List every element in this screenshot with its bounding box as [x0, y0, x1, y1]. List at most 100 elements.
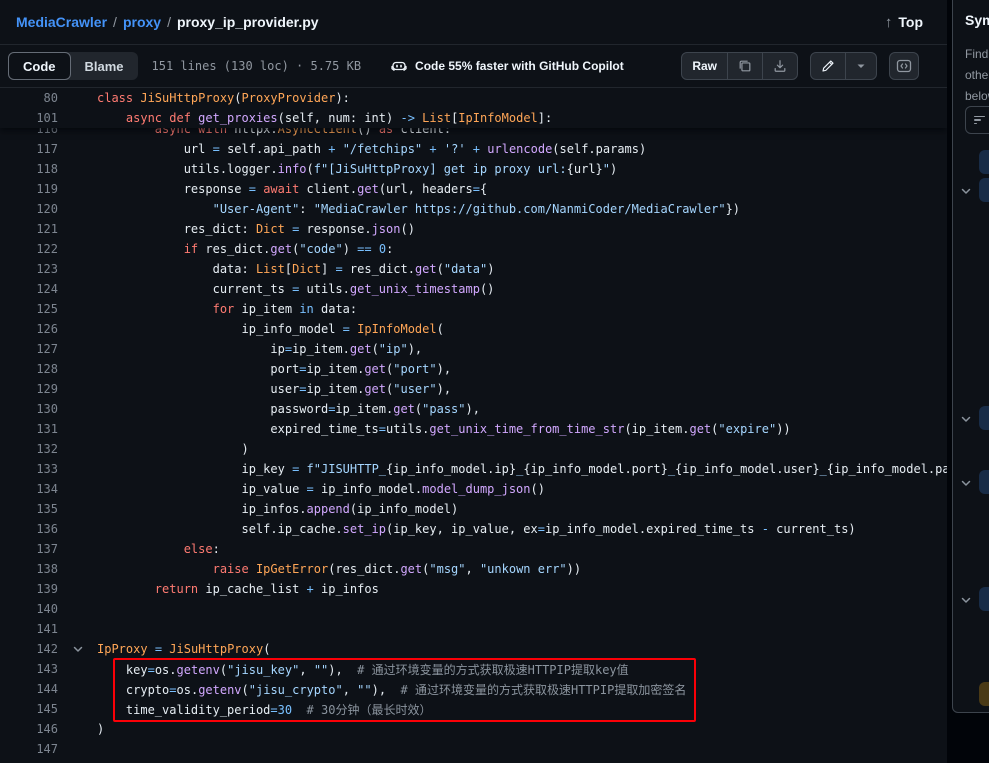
- code-text: ): [97, 722, 104, 736]
- symbol-item[interactable]: [979, 587, 989, 611]
- line-number[interactable]: 132: [0, 442, 58, 456]
- edit-dropdown-chevron-icon: [856, 61, 866, 71]
- code-blame-switcher: Code Blame: [8, 52, 138, 80]
- line-number[interactable]: 130: [0, 402, 58, 416]
- line-number[interactable]: 124: [0, 282, 58, 296]
- collapse-chevron-icon[interactable]: [58, 643, 97, 655]
- file-main-column: MediaCrawler / proxy / proxy_ip_provider…: [0, 0, 947, 763]
- line-number[interactable]: 126: [0, 322, 58, 336]
- code-line: 129 user=ip_item.get("user"),: [0, 379, 947, 399]
- line-number[interactable]: 147: [0, 742, 58, 756]
- line-number[interactable]: 101: [0, 111, 58, 125]
- line-number[interactable]: 144: [0, 682, 58, 696]
- line-number[interactable]: 128: [0, 362, 58, 376]
- code-line: 126 ip_info_model = IpInfoModel(: [0, 319, 947, 339]
- line-number[interactable]: 146: [0, 722, 58, 736]
- code-text: ip_value = ip_info_model.model_dump_json…: [97, 482, 545, 496]
- download-button[interactable]: [762, 53, 797, 79]
- scroll-to-top-button[interactable]: ↑ Top: [885, 14, 923, 31]
- copy-button[interactable]: [727, 53, 762, 79]
- code-text: data: List[Dict] = res_dict.get("data"): [97, 262, 494, 276]
- code-text: time_validity_period=30 # 30分钟（最长时效）: [97, 701, 431, 718]
- code-line: 121 res_dict: Dict = response.json(): [0, 219, 947, 239]
- line-number[interactable]: 80: [0, 91, 58, 105]
- breadcrumb-separator: /: [167, 14, 171, 30]
- breadcrumb-repo-link[interactable]: MediaCrawler: [16, 14, 107, 30]
- top-button-label: Top: [898, 14, 923, 30]
- symbol-item[interactable]: [979, 682, 989, 706]
- line-number[interactable]: 129: [0, 382, 58, 396]
- line-number[interactable]: 120: [0, 202, 58, 216]
- symbol-item[interactable]: [979, 178, 989, 202]
- line-number[interactable]: 134: [0, 482, 58, 496]
- line-number[interactable]: 137: [0, 542, 58, 556]
- line-number[interactable]: 140: [0, 602, 58, 616]
- line-number[interactable]: 131: [0, 422, 58, 436]
- breadcrumb-dir-link[interactable]: proxy: [123, 14, 161, 30]
- code-text: res_dict: Dict = response.json(): [97, 222, 415, 236]
- code-text: self.ip_cache.set_ip(ip_key, ip_value, e…: [97, 522, 856, 536]
- raw-button[interactable]: Raw: [682, 53, 727, 79]
- line-number[interactable]: 142: [0, 642, 58, 656]
- line-number[interactable]: 141: [0, 622, 58, 636]
- code-line: 142 IpProxy = JiSuHttpProxy(: [0, 639, 947, 659]
- copy-icon: [738, 59, 752, 73]
- line-number[interactable]: 117: [0, 142, 58, 156]
- code-line: 119 response = await client.get(url, hea…: [0, 179, 947, 199]
- symbol-expand-chevron-icon[interactable]: [959, 476, 973, 490]
- line-number[interactable]: 122: [0, 242, 58, 256]
- copilot-banner[interactable]: Code 55% faster with GitHub Copilot: [391, 58, 624, 74]
- breadcrumb-filename: proxy_ip_provider.py: [177, 14, 319, 30]
- code-line: 131 expired_time_ts=utils.get_unix_time_…: [0, 419, 947, 439]
- code-line: 144 crypto=os.getenv("jisu_crypto", ""),…: [0, 679, 947, 699]
- code-text: if res_dict.get("code") == 0:: [97, 242, 393, 256]
- code-text: raise IpGetError(res_dict.get("msg", "un…: [97, 562, 581, 576]
- code-text: for ip_item in data:: [97, 302, 357, 316]
- breadcrumb: MediaCrawler / proxy / proxy_ip_provider…: [0, 0, 947, 44]
- symbols-filter-input[interactable]: [965, 106, 989, 134]
- line-number[interactable]: 143: [0, 662, 58, 676]
- tab-blame[interactable]: Blame: [71, 52, 138, 80]
- code-text: return ip_cache_list + ip_infos: [97, 582, 379, 596]
- code-text: password=ip_item.get("pass"),: [97, 402, 480, 416]
- code-line: 80class JiSuHttpProxy(ProxyProvider):: [0, 88, 947, 108]
- symbols-panel: Symbols Findotherbelow: [952, 0, 989, 713]
- code-lines: 116 async with httpx.AsyncClient() as cl…: [0, 119, 947, 759]
- line-number[interactable]: 133: [0, 462, 58, 476]
- symbol-item[interactable]: [979, 150, 989, 174]
- code-text: response = await client.get(url, headers…: [97, 182, 487, 196]
- code-line: 132 ): [0, 439, 947, 459]
- file-toolbar: Code Blame 151 lines (130 loc) · 5.75 KB…: [0, 44, 947, 88]
- line-number[interactable]: 136: [0, 522, 58, 536]
- edit-dropdown-button[interactable]: [845, 53, 876, 79]
- code-text: async def get_proxies(self, num: int) ->…: [97, 111, 552, 125]
- symbol-expand-chevron-icon[interactable]: [959, 184, 973, 198]
- code-line: 127 ip=ip_item.get("ip"),: [0, 339, 947, 359]
- symbol-item[interactable]: [979, 406, 989, 430]
- symbol-expand-chevron-icon[interactable]: [959, 412, 973, 426]
- line-number[interactable]: 145: [0, 702, 58, 716]
- line-number[interactable]: 139: [0, 582, 58, 596]
- line-number[interactable]: 125: [0, 302, 58, 316]
- edit-button[interactable]: [811, 53, 845, 79]
- code-text: IpProxy = JiSuHttpProxy(: [97, 642, 270, 656]
- symbols-panel-toggle-button[interactable]: [889, 52, 919, 80]
- line-number[interactable]: 127: [0, 342, 58, 356]
- symbol-item[interactable]: [979, 470, 989, 494]
- file-size-info: 151 lines (130 loc) · 5.75 KB: [152, 59, 362, 73]
- tab-code[interactable]: Code: [8, 52, 71, 80]
- line-number[interactable]: 138: [0, 562, 58, 576]
- filter-icon: [974, 116, 985, 125]
- code-text: ip_infos.append(ip_info_model): [97, 502, 458, 516]
- code-line: 133 ip_key = f"JISUHTTP_{ip_info_model.i…: [0, 459, 947, 479]
- code-text: ip_key = f"JISUHTTP_{ip_info_model.ip}_{…: [97, 462, 947, 476]
- line-number[interactable]: 119: [0, 182, 58, 196]
- edit-pencil-icon: [821, 59, 835, 73]
- line-number[interactable]: 135: [0, 502, 58, 516]
- line-number[interactable]: 118: [0, 162, 58, 176]
- code-line: 145 time_validity_period=30 # 30分钟（最长时效）: [0, 699, 947, 719]
- symbol-expand-chevron-icon[interactable]: [959, 593, 973, 607]
- line-number[interactable]: 123: [0, 262, 58, 276]
- code-line: 146): [0, 719, 947, 739]
- line-number[interactable]: 121: [0, 222, 58, 236]
